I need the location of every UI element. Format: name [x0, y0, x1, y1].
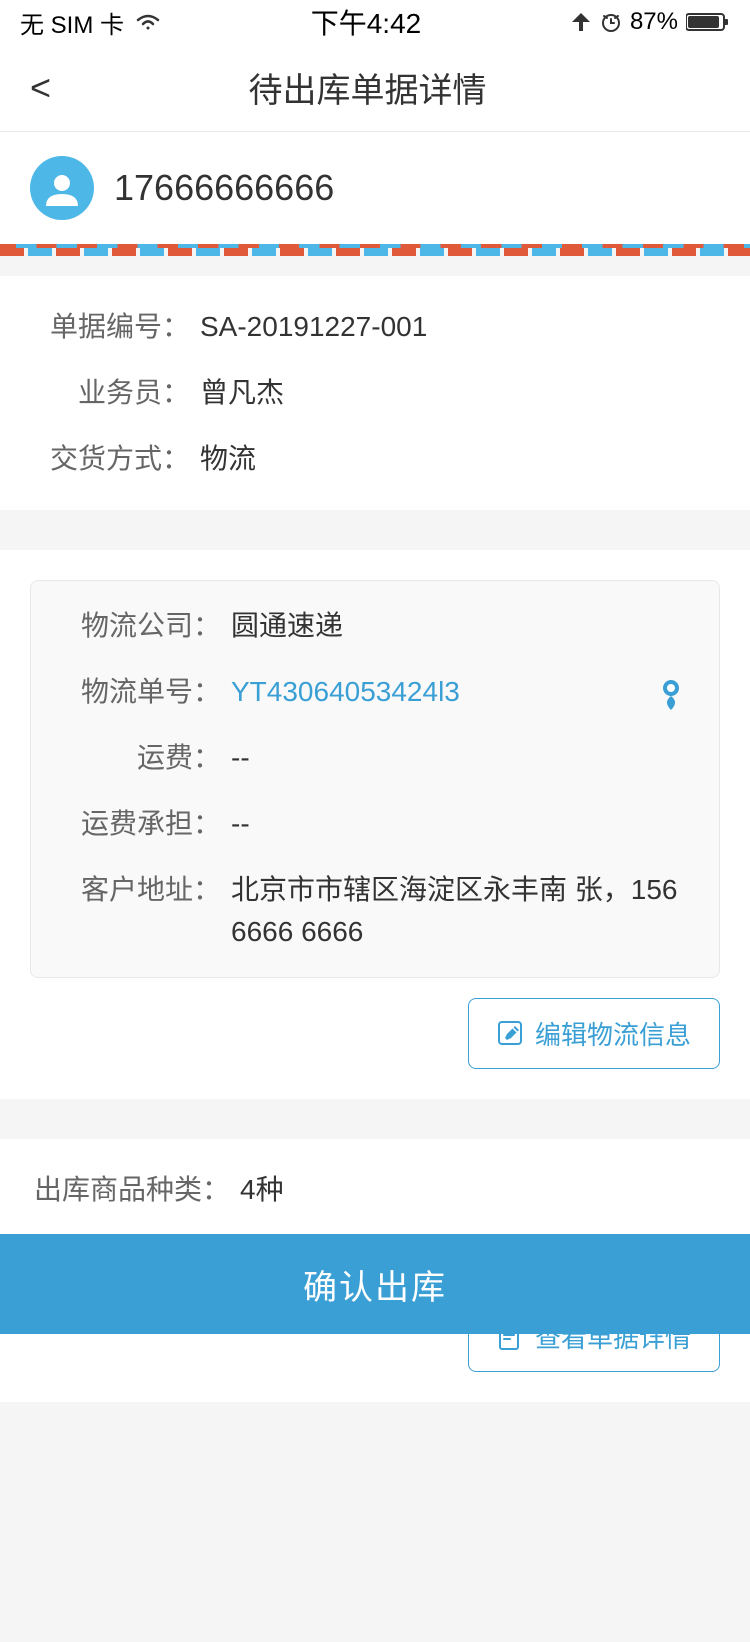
nav-bar: < 待出库单据详情 [0, 44, 750, 132]
battery-text: 87% [630, 8, 678, 36]
location-arrow-icon [570, 11, 592, 33]
page-title: 待出库单据详情 [71, 63, 664, 112]
carrier-text: 无 SIM 卡 [20, 5, 124, 40]
goods-types-value: 4种 [240, 1169, 720, 1211]
edit-logistics-label: 编辑物流信息 [535, 1015, 691, 1052]
bottom-bar: 确认出库 [0, 1234, 750, 1334]
confirm-outbound-button[interactable]: 确认出库 [303, 1260, 447, 1309]
goods-types-label: 出库商品种类： [30, 1169, 230, 1211]
edit-logistics-button[interactable]: 编辑物流信息 [468, 998, 720, 1069]
battery-icon [686, 11, 730, 33]
freight-bearer-label: 运费承担： [61, 803, 221, 845]
order-no-row: 单据编号： SA-20191227-001 [30, 306, 720, 348]
back-button[interactable]: < [30, 67, 51, 109]
address-row: 客户地址： 北京市市辖区海淀区永丰南 张，156 6666 6666 [61, 869, 689, 953]
status-right: 87% [570, 8, 730, 36]
salesman-label: 业务员： [30, 372, 190, 414]
logistics-card: 物流公司： 圆通速递 物流单号： YT43064053424l3 运费： -- … [30, 580, 720, 978]
address-label: 客户地址： [61, 869, 221, 911]
logistics-section: 物流公司： 圆通速递 物流单号： YT43064053424l3 运费： -- … [0, 550, 750, 1099]
dashed-separator [0, 248, 750, 256]
gap-1 [0, 530, 750, 550]
wifi-icon [134, 12, 162, 32]
address-value: 北京市市辖区海淀区永丰南 张，156 6666 6666 [231, 869, 689, 953]
status-left: 无 SIM 卡 [20, 5, 162, 40]
delivery-row: 交货方式： 物流 [30, 438, 720, 480]
customer-phone: 17666666666 [114, 167, 334, 209]
edit-icon [497, 1020, 525, 1048]
delivery-label: 交货方式： [30, 438, 190, 480]
tracking-value-container: YT43064053424l3 [231, 671, 689, 713]
order-no-value: SA-20191227-001 [200, 306, 720, 348]
company-value: 圆通速递 [231, 605, 689, 647]
company-label: 物流公司： [61, 605, 221, 647]
tracking-value: YT43064053424l3 [231, 671, 637, 713]
salesman-row: 业务员： 曾凡杰 [30, 372, 720, 414]
freight-row: 运费： -- [61, 737, 689, 779]
customer-header: 17666666666 [0, 132, 750, 248]
company-row: 物流公司： 圆通速递 [61, 605, 689, 647]
delivery-value: 物流 [200, 438, 720, 480]
freight-bearer-value: -- [231, 803, 689, 845]
salesman-value: 曾凡杰 [200, 372, 720, 414]
tracking-row: 物流单号： YT43064053424l3 [61, 671, 689, 713]
freight-bearer-row: 运费承担： -- [61, 803, 689, 845]
time-text: 下午4:42 [311, 2, 422, 42]
basic-info-section: 单据编号： SA-20191227-001 业务员： 曾凡杰 交货方式： 物流 [0, 276, 750, 510]
avatar [30, 156, 94, 220]
gap-2 [0, 1119, 750, 1139]
status-bar: 无 SIM 卡 下午4:42 87% [0, 0, 750, 44]
order-no-label: 单据编号： [30, 306, 190, 348]
map-pin-icon[interactable] [653, 674, 689, 710]
edit-logistics-container: 编辑物流信息 [30, 998, 720, 1069]
freight-value: -- [231, 737, 689, 779]
goods-types-row: 出库商品种类： 4种 [30, 1169, 720, 1211]
empty-space [0, 1422, 750, 1642]
alarm-icon [600, 11, 622, 33]
tracking-label: 物流单号： [61, 671, 221, 713]
freight-label: 运费： [61, 737, 221, 779]
